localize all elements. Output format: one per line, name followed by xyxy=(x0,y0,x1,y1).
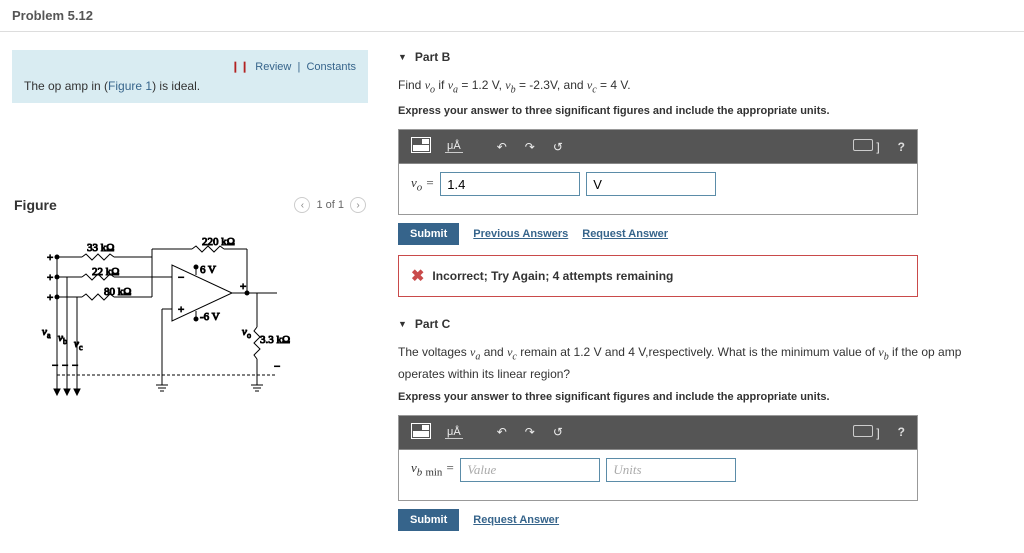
prev-answers-link[interactable]: Previous Answers xyxy=(473,228,568,240)
info-text: The op amp in (Figure 1) is ideal. xyxy=(24,79,356,93)
svg-text:−: − xyxy=(178,272,184,284)
vo-label: vo = xyxy=(411,175,434,194)
svg-text:o: o xyxy=(247,331,251,340)
figure-pager: ‹ 1 of 1 › xyxy=(294,197,366,213)
svg-text:33 kΩ: 33 kΩ xyxy=(87,242,114,254)
part-c-submit-button[interactable]: Submit xyxy=(398,509,459,531)
svg-text:+: + xyxy=(240,281,246,293)
redo-icon[interactable]: ↷ xyxy=(521,423,539,441)
svg-text:−: − xyxy=(274,361,280,373)
undo-icon[interactable]: ↶ xyxy=(493,138,511,156)
vo-units-input[interactable] xyxy=(586,172,716,196)
review-link[interactable]: Review xyxy=(255,61,291,73)
figure-page-of: 1 of 1 xyxy=(316,199,344,211)
help-icon[interactable]: ? xyxy=(894,423,909,441)
svg-text:−: − xyxy=(52,360,58,372)
vo-value-input[interactable] xyxy=(440,172,580,196)
keyboard-icon[interactable]: ] xyxy=(849,137,884,156)
figure-prev-button[interactable]: ‹ xyxy=(294,197,310,213)
part-b-answer-box: μÅ ↶ ↷ ↺ ] ? vo = xyxy=(398,129,918,215)
figure-label: Figure xyxy=(14,197,57,213)
help-icon[interactable]: ? xyxy=(894,138,909,156)
svg-text:+: + xyxy=(178,304,184,316)
constants-link[interactable]: Constants xyxy=(306,61,356,73)
svg-text:−: − xyxy=(62,360,68,372)
error-icon: ✖ xyxy=(411,266,424,286)
figure-next-button[interactable]: › xyxy=(350,197,366,213)
svg-text:−: − xyxy=(72,360,78,372)
svg-text:+: + xyxy=(47,292,53,304)
flag-icon: ❙❙ xyxy=(231,61,249,73)
incorrect-alert: ✖ Incorrect; Try Again; 4 attempts remai… xyxy=(398,255,918,297)
part-c-question: The voltages va and vc remain at 1.2 V a… xyxy=(398,337,1006,388)
part-c-hint: Express your answer to three significant… xyxy=(398,389,1006,411)
template-icon[interactable] xyxy=(407,135,435,158)
svg-text:6 V: 6 V xyxy=(200,264,216,276)
vbmin-units-input[interactable]: Units xyxy=(606,458,736,482)
part-b-hint: Express your answer to three significant… xyxy=(398,103,1006,125)
part-b-header[interactable]: Part B xyxy=(398,44,1006,70)
request-answer-link[interactable]: Request Answer xyxy=(582,228,668,240)
request-answer-link[interactable]: Request Answer xyxy=(473,514,559,526)
vbmin-label: vb min = xyxy=(411,460,454,479)
keyboard-icon[interactable]: ] xyxy=(849,423,884,442)
svg-text:+: + xyxy=(47,272,53,284)
svg-text:b: b xyxy=(63,337,67,346)
reset-icon[interactable]: ↺ xyxy=(549,423,567,441)
units-toggle-button[interactable]: μÅ xyxy=(445,426,463,439)
part-c-header[interactable]: Part C xyxy=(398,311,1006,337)
vbmin-value-input[interactable]: Value xyxy=(460,458,600,482)
svg-text:a: a xyxy=(47,331,51,340)
svg-text:3.3 kΩ: 3.3 kΩ xyxy=(260,334,290,346)
svg-text:-6 V: -6 V xyxy=(200,311,220,323)
part-b-question: Find vo if va = 1.2 V, vb = -2.3V, and v… xyxy=(398,70,1006,103)
template-icon[interactable] xyxy=(407,421,435,444)
part-c-answer-box: μÅ ↶ ↷ ↺ ] ? vb min = Value Units xyxy=(398,415,918,501)
units-toggle-button[interactable]: μÅ xyxy=(445,140,463,153)
undo-icon[interactable]: ↶ xyxy=(493,423,511,441)
reset-icon[interactable]: ↺ xyxy=(549,138,567,156)
problem-info-box: ❙❙ Review | Constants The op amp in (Fig… xyxy=(12,50,368,103)
svg-text:220 kΩ: 220 kΩ xyxy=(202,236,235,248)
figure-link[interactable]: Figure 1 xyxy=(108,79,152,93)
svg-text:+: + xyxy=(47,252,53,264)
part-b-submit-button[interactable]: Submit xyxy=(398,223,459,245)
circuit-diagram: 33 kΩ 22 kΩ 80 kΩ 220 kΩ 3.3 kΩ 6 V -6 V… xyxy=(12,221,368,439)
redo-icon[interactable]: ↷ xyxy=(521,138,539,156)
problem-title: Problem 5.12 xyxy=(0,0,1024,32)
svg-text:c: c xyxy=(79,343,83,352)
